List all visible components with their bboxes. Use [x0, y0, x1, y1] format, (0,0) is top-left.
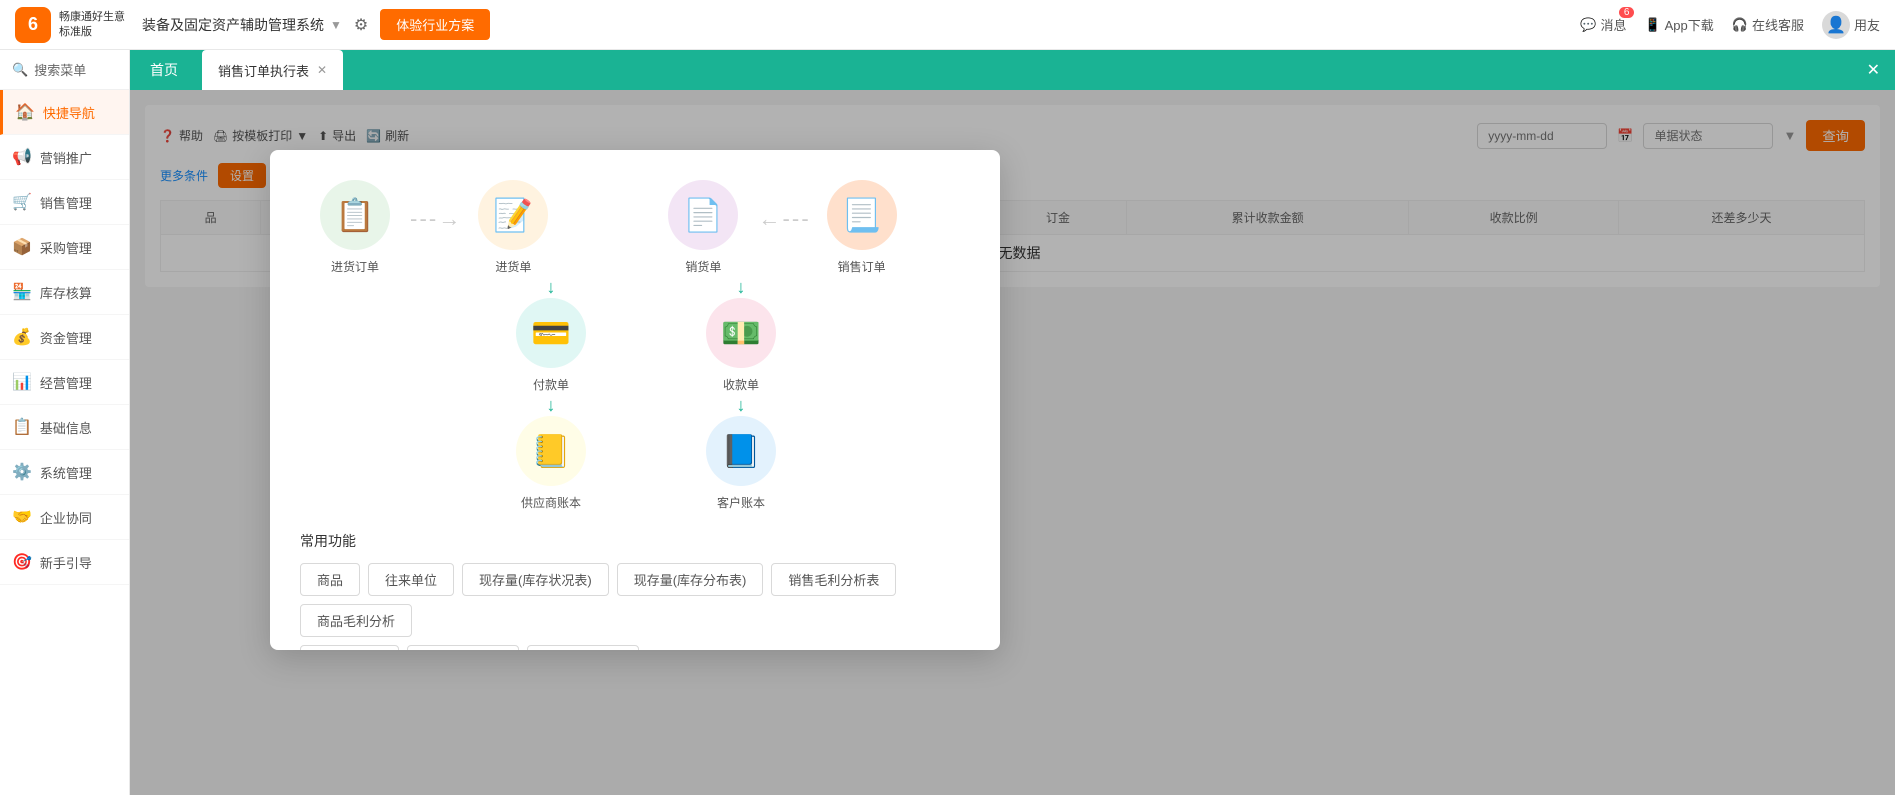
flow-node-supplier-account[interactable]: 📒 供应商账本 [516, 416, 586, 511]
sidebar-item-newbie[interactable]: 🎯 新手引导 [0, 540, 129, 585]
tab-bar: 首页 销售订单执行表 ✕ ✕ [130, 50, 1895, 90]
sidebar-item-finance[interactable]: 💰 资金管理 [0, 315, 129, 360]
search-icon: 🔍 [12, 62, 28, 78]
sidebar-item-enterprise[interactable]: 🤝 企业协同 [0, 495, 129, 540]
sidebar-icon-operations: 📊 [12, 372, 32, 392]
customer-account-icon: 📘 [706, 416, 776, 486]
flow-node-sales-order[interactable]: 📃 销售订单 [827, 180, 897, 275]
service-icon: 🎧 [1732, 17, 1748, 33]
sidebar-item-quick-nav[interactable]: 🏠 快捷导航 [0, 90, 129, 135]
sidebar-icon-sales-mgmt: 🛒 [12, 192, 32, 212]
gear-icon[interactable]: ⚙ [354, 15, 368, 35]
sidebar-item-purchase-mgmt[interactable]: 📦 采购管理 [0, 225, 129, 270]
sidebar-item-operations[interactable]: 📊 经营管理 [0, 360, 129, 405]
search-menu[interactable]: 🔍 搜索菜单 [0, 50, 129, 90]
sidebar-icon-inventory: 🏪 [12, 282, 32, 302]
logo-text: 畅康通好生意 标准版 [59, 10, 125, 39]
system-title: 装备及固定资产辅助管理系统 ▼ [142, 15, 342, 35]
sidebar-item-sales-mgmt[interactable]: 🛒 销售管理 [0, 180, 129, 225]
sidebar-icon-sys-mgmt: ⚙️ [12, 462, 32, 482]
arrow-right-1: - - - → [410, 206, 458, 232]
sidebar-icon-purchase-mgmt: 📦 [12, 237, 32, 257]
message-button[interactable]: 💬 消息 6 [1580, 15, 1626, 34]
purchase-order-label: 进货订单 [331, 258, 379, 275]
modal-dialog: 📋 进货订单 - - - → 📝 进货单 [270, 150, 1000, 650]
arrow-down-sales: ↓ [737, 277, 746, 298]
func-btn-sales-margin[interactable]: 销售毛利分析表 [771, 563, 896, 596]
func-btn-sales-rank[interactable]: 销售排行榜 [300, 645, 399, 650]
payment-label: 付款单 [533, 376, 569, 393]
logo-area: 6 畅康通好生意 标准版 [15, 7, 130, 43]
avatar: 👤 [1822, 11, 1850, 39]
modal-overlay[interactable]: 📋 进货订单 - - - → 📝 进货单 [130, 90, 1895, 795]
online-service-button[interactable]: 🎧 在线客服 [1732, 15, 1804, 34]
sales-bill-label: 销货单 [685, 258, 721, 275]
flow-node-purchase-order[interactable]: 📋 进货订单 [320, 180, 390, 275]
func-btn-product[interactable]: 商品 [300, 563, 360, 596]
sidebar-icon-base-info: 📋 [12, 417, 32, 437]
title-dropdown-icon[interactable]: ▼ [330, 18, 342, 32]
tab-content: ❓ 帮助 🖨 按模板打印 ▼ ⬆ 导出 🔄 [130, 90, 1895, 795]
arrow-down-receipt: ↓ [737, 395, 746, 416]
tab-sales-order[interactable]: 销售订单执行表 ✕ [202, 50, 343, 90]
logo-icon: 6 [15, 7, 51, 43]
app-download-button[interactable]: 📱 App下载 [1644, 15, 1713, 34]
supplier-account-label: 供应商账本 [521, 494, 581, 511]
sidebar-item-base-info[interactable]: 📋 基础信息 [0, 405, 129, 450]
top-right-area: 💬 消息 6 📱 App下载 🎧 在线客服 👤 用友 [1580, 11, 1880, 39]
func-btn-stock-status[interactable]: 现存量(库存状况表) [462, 563, 609, 596]
experience-button[interactable]: 体验行业方案 [380, 9, 490, 40]
func-btn-product-margin[interactable]: 商品毛利分析 [300, 604, 412, 637]
sidebar-item-sys-mgmt[interactable]: ⚙️ 系统管理 [0, 450, 129, 495]
top-bar: 6 畅康通好生意 标准版 装备及固定资产辅助管理系统 ▼ ⚙ 体验行业方案 💬 … [0, 0, 1895, 50]
arrow-down-purchase: ↓ [547, 277, 556, 298]
sales-order-label: 销售订单 [838, 258, 886, 275]
func-btn-stock-dist[interactable]: 现存量(库存分布表) [617, 563, 764, 596]
flow-node-receipt[interactable]: 💵 收款单 [706, 298, 776, 393]
sidebar-icon-finance: 💰 [12, 327, 32, 347]
purchase-bill-icon: 📝 [478, 180, 548, 250]
purchase-order-icon: 📋 [320, 180, 390, 250]
func-btn-payment-stat[interactable]: 付款情况统计 [527, 645, 639, 650]
sidebar-item-marketing[interactable]: 📢 营销推广 [0, 135, 129, 180]
receipt-icon: 💵 [706, 298, 776, 368]
func-btns-row2: 销售排行榜 收款情况统计 付款情况统计 [300, 645, 970, 650]
func-btns-row1: 商品 往来单位 现存量(库存状况表) 现存量(库存分布表) 销售毛利分析表 商品… [300, 563, 970, 637]
download-icon: 📱 [1644, 17, 1660, 33]
sidebar-icon-marketing: 📢 [12, 147, 32, 167]
content-area: 首页 销售订单执行表 ✕ ✕ ❓ 帮助 [130, 50, 1895, 795]
receipt-label: 收款单 [723, 376, 759, 393]
purchase-bill-label: 进货单 [495, 258, 531, 275]
user-area[interactable]: 👤 用友 [1822, 11, 1880, 39]
flow-node-customer-account[interactable]: 📘 客户账本 [706, 416, 776, 511]
sidebar-item-inventory[interactable]: 🏪 库存核算 [0, 270, 129, 315]
arrow-down-1-spacer [300, 277, 496, 298]
message-icon: 💬 [1580, 17, 1596, 33]
sidebar-icon-enterprise: 🤝 [12, 507, 32, 527]
common-funcs-title: 常用功能 [300, 531, 970, 551]
sidebar-icon-quick-nav: 🏠 [15, 102, 35, 122]
common-funcs: 常用功能 商品 往来单位 现存量(库存状况表) 现存量(库存分布表) 销售毛利分… [300, 531, 970, 650]
customer-account-label: 客户账本 [717, 494, 765, 511]
tab-close-icon[interactable]: ✕ [317, 63, 327, 77]
arrow-down-payment: ↓ [547, 395, 556, 416]
sidebar-icon-newbie: 🎯 [12, 552, 32, 572]
flow-node-sales-bill[interactable]: 📄 销货单 [668, 180, 738, 275]
supplier-account-icon: 📒 [516, 416, 586, 486]
message-badge: 6 [1619, 7, 1635, 18]
tab-close-all-icon[interactable]: ✕ [1852, 60, 1895, 80]
sidebar: 🔍 搜索菜单 🏠 快捷导航 📢 营销推广 🛒 销售管理 📦 采购管理 🏪 [0, 50, 130, 795]
payment-icon: 💳 [516, 298, 586, 368]
arrow-left-1: ← - - - [758, 206, 806, 232]
func-btn-receipt-stat[interactable]: 收款情况统计 [407, 645, 519, 650]
flow-node-purchase-bill[interactable]: 📝 进货单 [478, 180, 548, 275]
flow-node-payment[interactable]: 💳 付款单 [516, 298, 586, 393]
sales-order-icon: 📃 [827, 180, 897, 250]
sales-bill-icon: 📄 [668, 180, 738, 250]
func-btn-contact[interactable]: 往来单位 [368, 563, 454, 596]
tab-home[interactable]: 首页 [130, 50, 198, 90]
